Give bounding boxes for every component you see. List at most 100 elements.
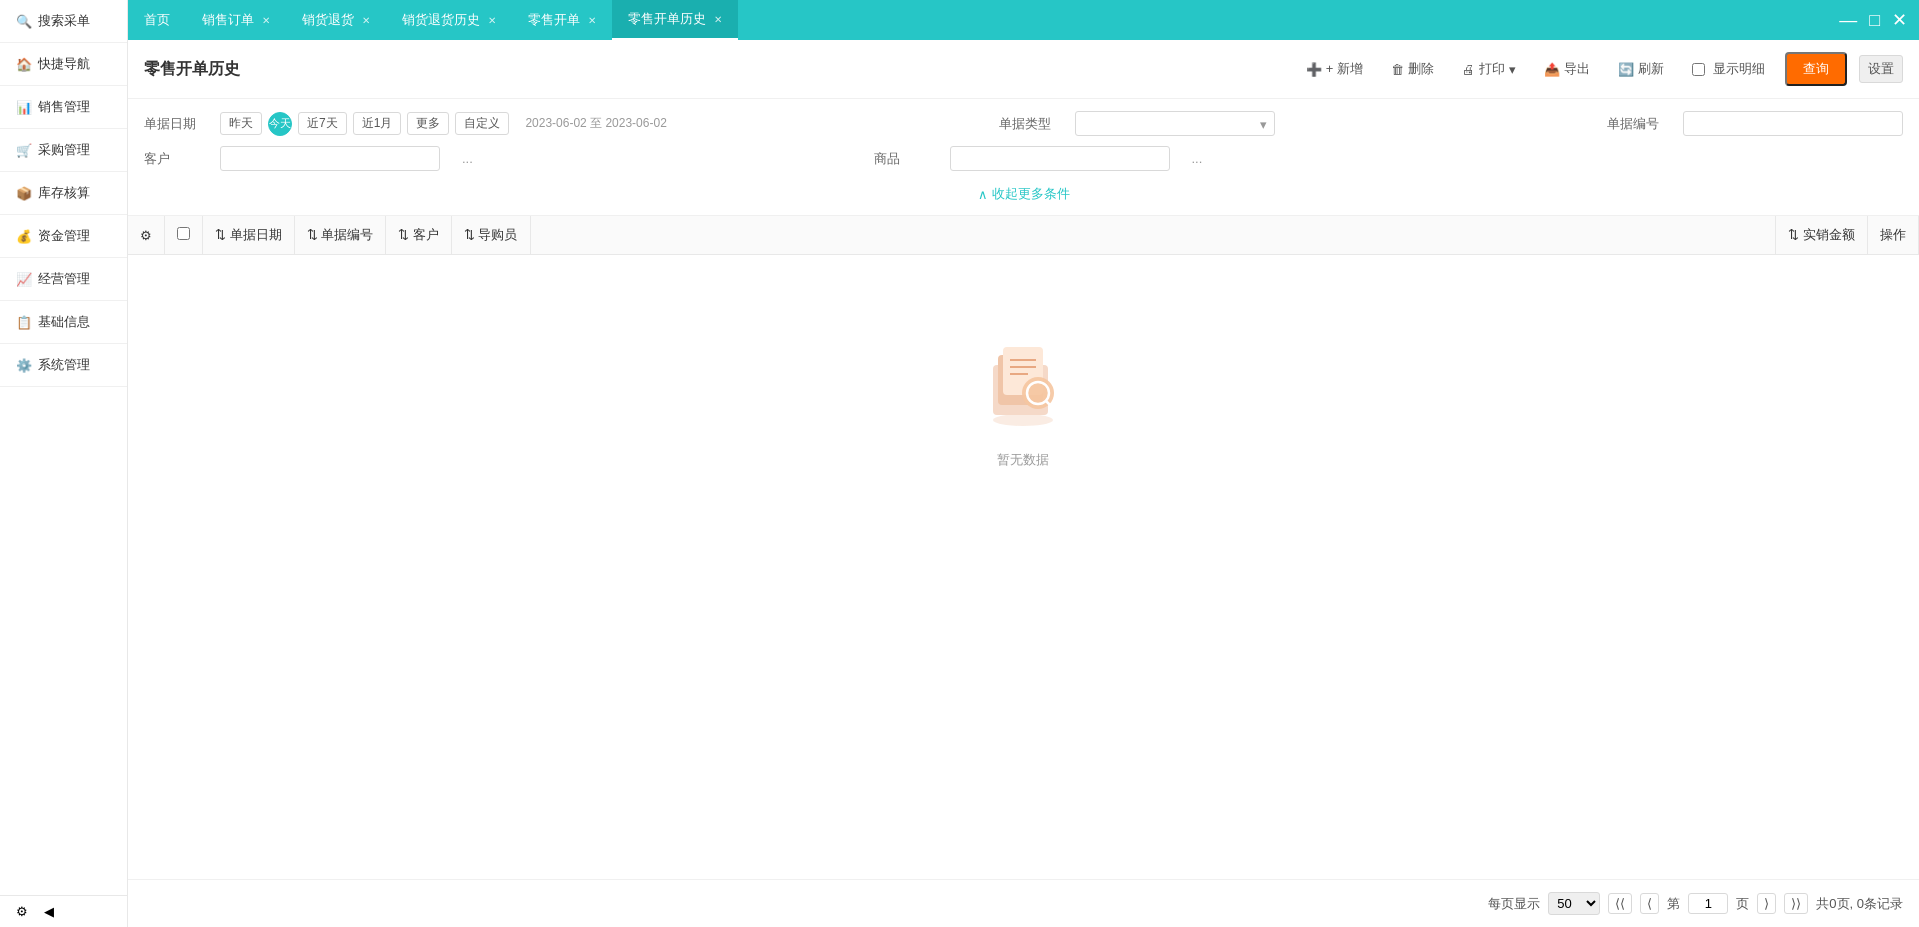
table-col-doc-date[interactable]: ⇅ 单据日期 xyxy=(203,216,295,255)
date-btn-more[interactable]: 更多 xyxy=(407,112,449,135)
window-controls: — □ ✕ xyxy=(1839,9,1919,31)
minimize-button[interactable]: — xyxy=(1839,10,1857,31)
table-select-all-checkbox[interactable] xyxy=(177,227,190,240)
query-label: 查询 xyxy=(1803,60,1829,78)
table-col-spacer xyxy=(530,216,1776,255)
doc-no-input[interactable] xyxy=(1683,111,1903,136)
date-btn-today[interactable]: 今天 xyxy=(268,112,292,136)
date-btn-custom[interactable]: 自定义 xyxy=(455,112,509,135)
sys-mgmt-icon: ⚙️ xyxy=(16,358,32,373)
customer-ellipsis-btn[interactable]: ... xyxy=(456,149,479,168)
tab-sales-order[interactable]: 销售订单 ✕ xyxy=(186,0,286,40)
display-detail-checkbox[interactable] xyxy=(1692,63,1705,76)
product-ellipsis-btn[interactable]: ... xyxy=(1186,149,1209,168)
settings-label: 设置 xyxy=(1868,60,1894,78)
tab-retail-open[interactable]: 零售开单 ✕ xyxy=(512,0,612,40)
page-header: 零售开单历史 ➕ + 新增 🗑 删除 🖨 打印 ▾ 📤 导出 xyxy=(128,40,1919,99)
search-icon: 🔍 xyxy=(16,14,32,29)
sidebar: 🔍 搜索采单 🏠 快捷导航 📊 销售管理 🛒 采购管理 📦 库存核算 💰 资金管… xyxy=(0,0,128,927)
delete-button[interactable]: 🗑 删除 xyxy=(1383,56,1442,82)
sidebar-item-sales-mgmt[interactable]: 📊 销售管理 xyxy=(0,86,127,129)
date-btn-last7[interactable]: 近7天 xyxy=(298,112,347,135)
settings-button[interactable]: 设置 xyxy=(1859,55,1903,83)
sidebar-settings-icon[interactable]: ⚙ xyxy=(16,904,28,919)
tab-sales-return-history-close[interactable]: ✕ xyxy=(488,15,496,26)
total-info: 共0页, 0条记录 xyxy=(1816,895,1903,913)
tab-retail-open-history[interactable]: 零售开单历史 ✕ xyxy=(612,0,738,40)
collapse-button[interactable]: ∧ 收起更多条件 xyxy=(978,185,1070,203)
maximize-button[interactable]: □ xyxy=(1869,10,1880,31)
date-range-text: 2023-06-02 至 2023-06-02 xyxy=(525,115,666,132)
collapse-label: 收起更多条件 xyxy=(992,185,1070,203)
export-button[interactable]: 📤 导出 xyxy=(1536,56,1598,82)
empty-illustration xyxy=(973,335,1073,435)
sidebar-item-purchase-mgmt[interactable]: 🛒 采购管理 xyxy=(0,129,127,172)
tab-retail-open-history-close[interactable]: ✕ xyxy=(714,14,722,25)
tab-sales-return-close[interactable]: ✕ xyxy=(362,15,370,26)
query-button[interactable]: 查询 xyxy=(1785,52,1847,86)
table-settings-column[interactable]: ⚙ xyxy=(128,216,165,255)
customer-input[interactable] xyxy=(220,146,440,171)
tab-retail-open-close[interactable]: ✕ xyxy=(588,15,596,26)
sidebar-item-quick-nav[interactable]: 🏠 快捷导航 xyxy=(0,43,127,86)
date-filter-label: 单据日期 xyxy=(144,115,204,133)
collapse-row: ∧ 收起更多条件 xyxy=(144,181,1903,203)
refresh-label: 刷新 xyxy=(1638,60,1664,78)
product-input[interactable] xyxy=(950,146,1170,171)
filter-row-1: 单据日期 昨天 今天 近7天 近1月 更多 自定义 2023-06-02 至 2… xyxy=(144,111,1903,136)
tab-sales-return-history-label: 销货退货历史 xyxy=(402,11,480,29)
delete-icon: 🗑 xyxy=(1391,62,1404,77)
sidebar-item-label: 经营管理 xyxy=(38,270,90,288)
sidebar-item-label: 资金管理 xyxy=(38,227,90,245)
tab-sales-order-close[interactable]: ✕ xyxy=(262,15,270,26)
table-container: ⚙ ⇅ 单据日期 ⇅ 单据编号 ⇅ 客户 xyxy=(128,216,1919,879)
tab-sales-return-history[interactable]: 销货退货历史 ✕ xyxy=(386,0,512,40)
doc-type-select-wrapper xyxy=(1075,111,1275,136)
customer-col-label: ⇅ 客户 xyxy=(398,227,439,242)
close-button[interactable]: ✕ xyxy=(1892,9,1907,31)
search-menu-item[interactable]: 🔍 搜索采单 xyxy=(0,0,127,43)
page-suffix: 页 xyxy=(1736,895,1749,913)
product-label: 商品 xyxy=(874,150,934,168)
next-page-button[interactable]: ⟩ xyxy=(1757,893,1776,914)
print-button[interactable]: 🖨 打印 ▾ xyxy=(1454,56,1524,82)
date-btn-yesterday[interactable]: 昨天 xyxy=(220,112,262,135)
doc-date-col-label: ⇅ 单据日期 xyxy=(215,227,282,242)
add-button[interactable]: ➕ + 新增 xyxy=(1298,56,1371,82)
display-detail-button[interactable]: 显示明细 xyxy=(1684,56,1773,82)
table-col-salesperson[interactable]: ⇅ 导购员 xyxy=(451,216,530,255)
collapse-arrow-icon: ∧ xyxy=(978,187,988,202)
page-content: 零售开单历史 ➕ + 新增 🗑 删除 🖨 打印 ▾ 📤 导出 xyxy=(128,40,1919,927)
table-checkbox-column xyxy=(165,216,203,255)
sidebar-item-inventory[interactable]: 📦 库存核算 xyxy=(0,172,127,215)
doc-type-select[interactable] xyxy=(1075,111,1275,136)
sidebar-item-basic-info[interactable]: 📋 基础信息 xyxy=(0,301,127,344)
tab-sales-return[interactable]: 销货退货 ✕ xyxy=(286,0,386,40)
sidebar-item-label: 销售管理 xyxy=(38,98,90,116)
last-page-button[interactable]: ⟩⟩ xyxy=(1784,893,1808,914)
refresh-button[interactable]: 🔄 刷新 xyxy=(1610,56,1672,82)
sidebar-item-sys-mgmt[interactable]: ⚙️ 系统管理 xyxy=(0,344,127,387)
table-col-customer[interactable]: ⇅ 客户 xyxy=(386,216,452,255)
sidebar-item-label: 快捷导航 xyxy=(38,55,90,73)
date-filter-buttons: 昨天 今天 近7天 近1月 更多 自定义 xyxy=(220,112,509,136)
table-col-doc-no[interactable]: ⇅ 单据编号 xyxy=(294,216,386,255)
doc-type-label: 单据类型 xyxy=(999,115,1059,133)
first-page-button[interactable]: ⟨⟨ xyxy=(1608,893,1632,914)
page-title: 零售开单历史 xyxy=(144,59,1298,80)
pagination: 每页显示 50 10 20 100 ⟨⟨ ⟨ 第 页 ⟩ ⟩⟩ 共0页, 0条记… xyxy=(128,879,1919,927)
empty-text: 暂无数据 xyxy=(997,451,1049,469)
table-col-actual-amount[interactable]: ⇅ 实销金额 xyxy=(1776,216,1868,255)
tab-home[interactable]: 首页 xyxy=(128,0,186,40)
finance-icon: 💰 xyxy=(16,229,32,244)
sidebar-collapse-icon[interactable]: ◀ xyxy=(44,904,54,919)
page-number-input[interactable] xyxy=(1688,893,1728,914)
per-page-select[interactable]: 50 10 20 100 xyxy=(1548,892,1600,915)
sidebar-item-label: 基础信息 xyxy=(38,313,90,331)
date-btn-last-month[interactable]: 近1月 xyxy=(353,112,402,135)
actual-amount-col-label: ⇅ 实销金额 xyxy=(1788,227,1855,242)
sidebar-item-finance[interactable]: 💰 资金管理 xyxy=(0,215,127,258)
sidebar-item-operation[interactable]: 📈 经营管理 xyxy=(0,258,127,301)
prev-page-button[interactable]: ⟨ xyxy=(1640,893,1659,914)
page-label: 第 xyxy=(1667,895,1680,913)
